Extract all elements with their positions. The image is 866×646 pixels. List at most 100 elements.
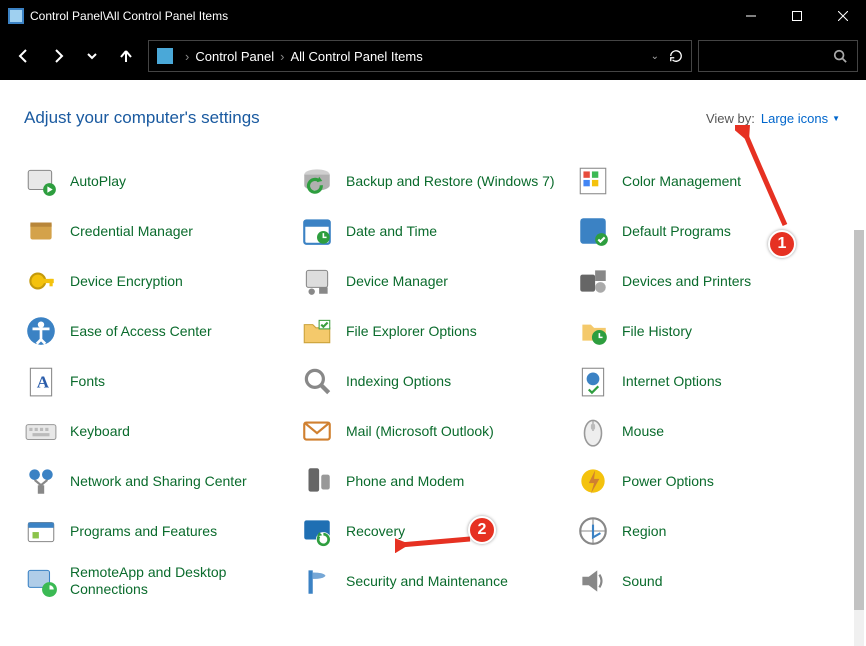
cpl-item-device-manager[interactable]: Device Manager [300, 260, 566, 302]
cpl-item-label: File History [622, 323, 692, 340]
credential-manager-icon [24, 214, 58, 248]
cpl-item-internet-options[interactable]: Internet Options [576, 360, 842, 402]
close-button[interactable] [820, 0, 866, 32]
autoplay-icon [24, 164, 58, 198]
breadcrumb-control-panel[interactable]: Control Panel [195, 49, 274, 64]
svg-text:A: A [37, 372, 50, 391]
cpl-item-region[interactable]: Region [576, 510, 842, 552]
cpl-item-label: Device Encryption [70, 273, 183, 290]
cpl-item-phone-and-modem[interactable]: Phone and Modem [300, 460, 566, 502]
view-by-dropdown[interactable]: Large icons ▼ [761, 111, 840, 126]
internet-options-icon [576, 364, 610, 398]
cpl-item-label: Network and Sharing Center [70, 473, 247, 490]
region-icon [576, 514, 610, 548]
cpl-item-date-and-time[interactable]: Date and Time [300, 210, 566, 252]
backup-and-restore-windows-7-icon [300, 164, 334, 198]
cpl-item-label: AutoPlay [70, 173, 126, 190]
search-icon [833, 49, 847, 63]
file-explorer-options-icon [300, 314, 334, 348]
content-area: Adjust your computer's settings View by:… [0, 80, 866, 646]
window-title: Control Panel\All Control Panel Items [30, 9, 728, 23]
cpl-item-default-programs[interactable]: Default Programs [576, 210, 842, 252]
cpl-item-file-explorer-options[interactable]: File Explorer Options [300, 310, 566, 352]
cpl-item-indexing-options[interactable]: Indexing Options [300, 360, 566, 402]
cpl-item-programs-and-features[interactable]: Programs and Features [24, 510, 290, 552]
control-panel-icon [8, 8, 24, 24]
cpl-item-autoplay[interactable]: AutoPlay [24, 160, 290, 202]
cpl-item-label: Devices and Printers [622, 273, 751, 290]
cpl-item-keyboard[interactable]: Keyboard [24, 410, 290, 452]
power-options-icon [576, 464, 610, 498]
annotation-badge-1: 1 [768, 230, 796, 258]
breadcrumb-sep-icon: › [280, 49, 284, 64]
cpl-item-label: Fonts [70, 373, 105, 390]
scrollbar-thumb[interactable] [854, 230, 864, 610]
cpl-item-color-management[interactable]: Color Management [576, 160, 842, 202]
cpl-item-sound[interactable]: Sound [576, 560, 842, 602]
annotation-badge-2: 2 [468, 516, 496, 544]
security-and-maintenance-icon [300, 564, 334, 598]
breadcrumb-all-items[interactable]: All Control Panel Items [290, 49, 422, 64]
cpl-item-label: Security and Maintenance [346, 573, 508, 590]
ease-of-access-center-icon [24, 314, 58, 348]
cpl-item-label: Internet Options [622, 373, 722, 390]
devices-and-printers-icon [576, 264, 610, 298]
cpl-item-label: Credential Manager [70, 223, 193, 240]
cpl-item-backup-and-restore-windows-7[interactable]: Backup and Restore (Windows 7) [300, 160, 566, 202]
navigation-bar: › Control Panel › All Control Panel Item… [0, 32, 866, 80]
cpl-item-network-and-sharing-center[interactable]: Network and Sharing Center [24, 460, 290, 502]
cpl-item-label: Mail (Microsoft Outlook) [346, 423, 494, 440]
address-bar[interactable]: › Control Panel › All Control Panel Item… [148, 40, 692, 72]
search-input[interactable] [698, 40, 858, 72]
cpl-item-power-options[interactable]: Power Options [576, 460, 842, 502]
recovery-icon [300, 514, 334, 548]
cpl-item-recovery[interactable]: Recovery [300, 510, 566, 552]
refresh-icon[interactable] [669, 49, 683, 63]
programs-and-features-icon [24, 514, 58, 548]
cpl-item-label: Indexing Options [346, 373, 451, 390]
page-title: Adjust your computer's settings [24, 108, 706, 128]
color-management-icon [576, 164, 610, 198]
cpl-item-remoteapp-and-desktop-connections[interactable]: RemoteApp and Desktop Connections [24, 560, 290, 602]
remoteapp-and-desktop-connections-icon [24, 564, 58, 598]
cpl-item-label: Device Manager [346, 273, 448, 290]
cpl-item-security-and-maintenance[interactable]: Security and Maintenance [300, 560, 566, 602]
maximize-button[interactable] [774, 0, 820, 32]
cpl-item-label: Date and Time [346, 223, 437, 240]
indexing-options-icon [300, 364, 334, 398]
cpl-item-credential-manager[interactable]: Credential Manager [24, 210, 290, 252]
minimize-button[interactable] [728, 0, 774, 32]
dropdown-triangle-icon: ▼ [832, 114, 840, 123]
cpl-item-fonts[interactable]: A Fonts [24, 360, 290, 402]
cpl-item-label: Backup and Restore (Windows 7) [346, 173, 555, 190]
device-manager-icon [300, 264, 334, 298]
back-button[interactable] [8, 40, 40, 72]
cpl-item-label: Region [622, 523, 666, 540]
recent-locations-button[interactable] [76, 40, 108, 72]
forward-button[interactable] [42, 40, 74, 72]
view-by-value: Large icons [761, 111, 828, 126]
cpl-item-label: Color Management [622, 173, 741, 190]
address-dropdown-icon[interactable]: ⌄ [651, 51, 659, 62]
cpl-item-label: Mouse [622, 423, 664, 440]
file-history-icon [576, 314, 610, 348]
cpl-item-label: Recovery [346, 523, 405, 540]
cpl-item-devices-and-printers[interactable]: Devices and Printers [576, 260, 842, 302]
address-sep0: › [185, 49, 189, 64]
cpl-item-file-history[interactable]: File History [576, 310, 842, 352]
default-programs-icon [576, 214, 610, 248]
device-encryption-icon [24, 264, 58, 298]
cpl-item-label: File Explorer Options [346, 323, 477, 340]
cpl-item-device-encryption[interactable]: Device Encryption [24, 260, 290, 302]
window-titlebar: Control Panel\All Control Panel Items [0, 0, 866, 32]
cpl-item-label: Keyboard [70, 423, 130, 440]
cpl-item-mouse[interactable]: Mouse [576, 410, 842, 452]
keyboard-icon [24, 414, 58, 448]
mouse-icon [576, 414, 610, 448]
cpl-item-mail-microsoft-outlook[interactable]: Mail (Microsoft Outlook) [300, 410, 566, 452]
phone-and-modem-icon [300, 464, 334, 498]
network-and-sharing-center-icon [24, 464, 58, 498]
cpl-item-ease-of-access-center[interactable]: Ease of Access Center [24, 310, 290, 352]
cpl-item-label: Default Programs [622, 223, 731, 240]
up-button[interactable] [110, 40, 142, 72]
